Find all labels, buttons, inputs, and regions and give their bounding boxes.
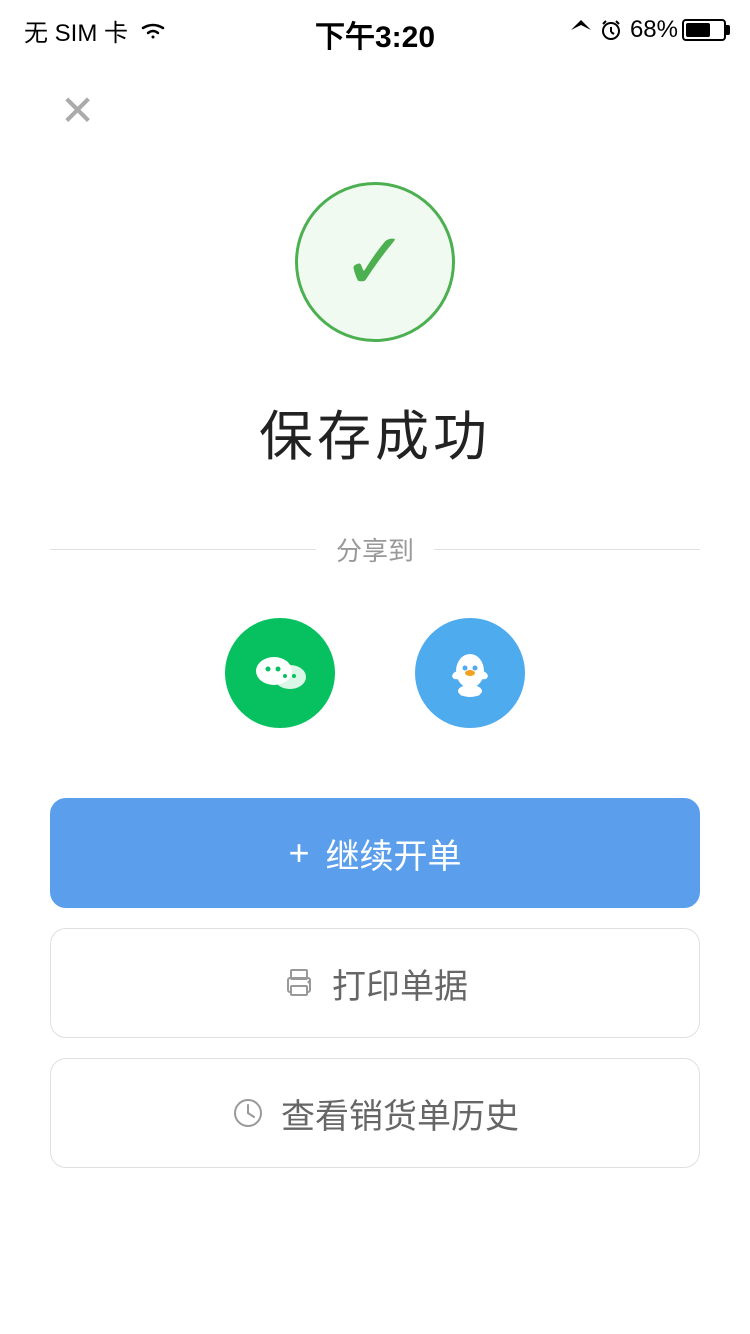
- wechat-share-button[interactable]: [225, 618, 335, 728]
- divider-right: [434, 549, 700, 550]
- print-button[interactable]: 打印单据: [50, 928, 700, 1038]
- location-icon: [570, 19, 592, 41]
- qq-share-button[interactable]: [415, 618, 525, 728]
- divider-label: 分享到: [336, 531, 414, 568]
- clock-icon: [231, 1096, 265, 1130]
- success-circle: ✓: [295, 182, 455, 342]
- battery: 68%: [630, 16, 726, 44]
- continue-label: 继续开单: [326, 829, 462, 878]
- status-right: 68%: [570, 16, 726, 44]
- close-button[interactable]: ✕: [50, 80, 105, 142]
- print-label: 打印单据: [332, 959, 468, 1008]
- no-sim-text: 无 SIM 卡: [24, 13, 128, 48]
- share-divider: 分享到: [50, 531, 700, 568]
- continue-button[interactable]: + 继续开单: [50, 798, 700, 908]
- qq-icon: [438, 641, 503, 706]
- history-label: 查看销货单历史: [281, 1089, 519, 1138]
- wifi-icon: [138, 19, 168, 41]
- alarm-icon: [600, 19, 622, 41]
- divider-left: [50, 549, 316, 550]
- status-bar: 无 SIM 卡 下午3:20 68%: [0, 0, 750, 60]
- history-button[interactable]: 查看销货单历史: [50, 1058, 700, 1168]
- status-left: 无 SIM 卡: [24, 13, 168, 48]
- close-icon: ✕: [60, 87, 95, 134]
- status-time: 下午3:20: [315, 12, 435, 56]
- battery-percent: 68%: [630, 16, 678, 44]
- main-content: ✕ ✓ 保存成功 分享到: [0, 60, 750, 1208]
- printer-icon: [282, 966, 316, 1000]
- share-row: [225, 618, 525, 728]
- plus-icon: +: [288, 832, 309, 874]
- battery-icon: [682, 19, 726, 41]
- wechat-icon: [248, 641, 313, 706]
- checkmark-icon: ✓: [341, 222, 408, 302]
- success-title: 保存成功: [259, 392, 491, 471]
